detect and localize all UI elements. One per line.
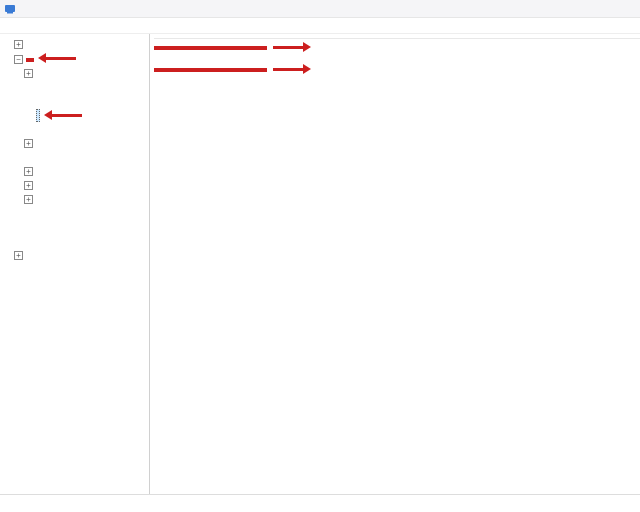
expand-icon[interactable]: + (14, 40, 23, 49)
tree-software-environment[interactable]: + (4, 249, 149, 263)
tree-infrared[interactable] (4, 123, 149, 137)
tree-display[interactable] (4, 109, 149, 124)
annotation-arrow (38, 52, 76, 66)
statusbar (0, 494, 640, 512)
row-gpu0-name[interactable] (154, 41, 640, 55)
menubar (0, 18, 640, 34)
annotation-arrow (273, 41, 311, 55)
tree-storage[interactable]: + (4, 193, 149, 207)
expand-icon[interactable]: + (24, 69, 33, 78)
tree-usb[interactable] (4, 235, 149, 249)
row-gpu1-name[interactable] (154, 63, 640, 77)
expand-icon[interactable]: + (24, 195, 33, 204)
column-headers[interactable] (154, 36, 640, 39)
tree-cdrom[interactable] (4, 81, 149, 95)
tree-sound-device[interactable] (4, 95, 149, 109)
tree-printing[interactable] (4, 207, 149, 221)
collapse-icon[interactable]: − (14, 55, 23, 64)
expand-icon[interactable]: + (24, 139, 33, 148)
expand-icon[interactable]: + (14, 251, 23, 260)
tree-modem[interactable] (4, 151, 149, 165)
tree-input[interactable]: + (4, 137, 149, 151)
tree-ports[interactable]: + (4, 179, 149, 193)
tree-hardware-resources[interactable]: + (4, 38, 149, 52)
annotation-arrow (44, 109, 82, 123)
expand-icon[interactable]: + (24, 181, 33, 190)
content-area: + − + + + + + + (0, 34, 640, 494)
annotation-arrow (273, 63, 311, 77)
tree-network[interactable]: + (4, 165, 149, 179)
nav-tree[interactable]: + − + + + + + + (0, 34, 150, 494)
app-icon (4, 3, 16, 15)
expand-icon[interactable]: + (24, 167, 33, 176)
details-pane[interactable] (150, 34, 640, 494)
titlebar (0, 0, 640, 18)
tree-multimedia[interactable]: + (4, 67, 149, 81)
tree-components[interactable]: − (4, 52, 149, 67)
tree-problem-devices[interactable] (4, 221, 149, 235)
